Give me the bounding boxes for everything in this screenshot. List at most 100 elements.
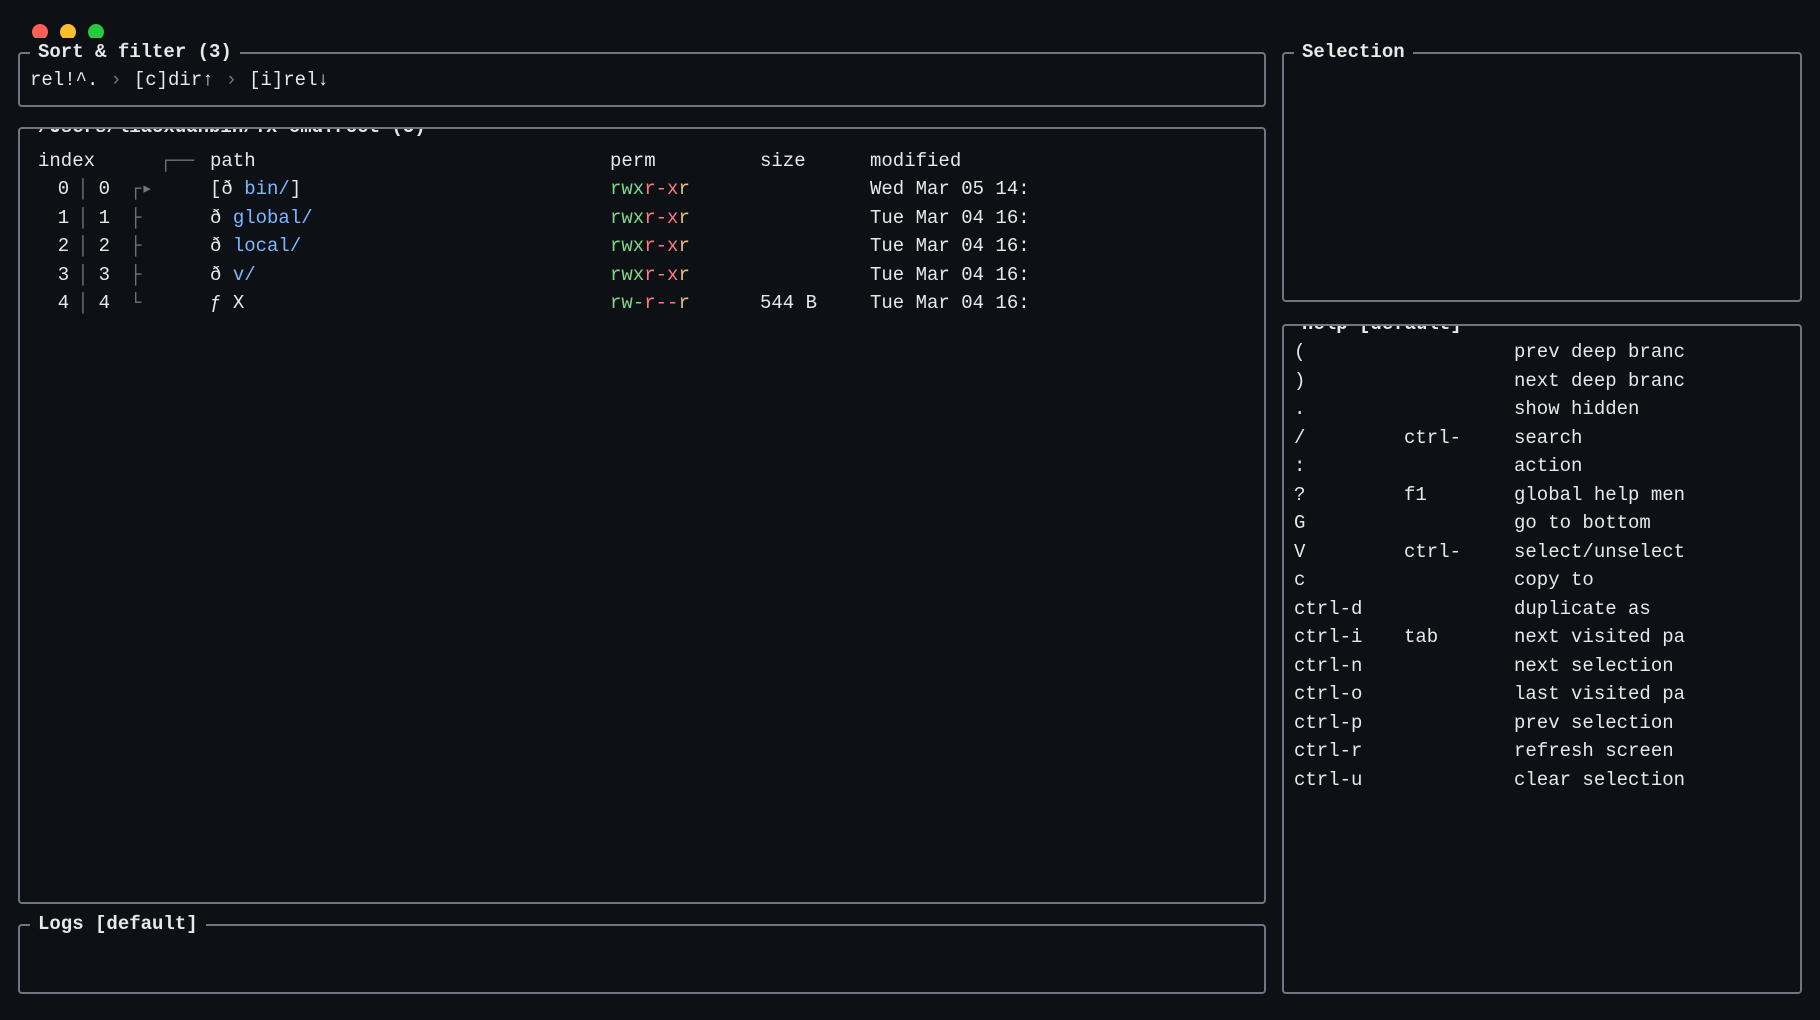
help-key-primary: ) [1294,367,1404,396]
row-index: 33 [30,261,130,290]
sort-filter-panel: Sort & filter (3) rel!^. › [c]dir↑ › [i]… [18,52,1266,107]
chevron-icon: › [226,66,237,95]
help-desc: refresh screen [1514,737,1790,766]
row-index: 00 [30,175,130,204]
help-key-primary: : [1294,452,1404,481]
tree-branch-icon: ├ [130,261,210,290]
help-key-primary: ( [1294,338,1404,367]
help-item: . show hidden [1294,395,1790,424]
help-key-secondary [1404,595,1514,624]
row-perm: rw-r--r [610,289,760,318]
help-key-secondary [1404,709,1514,738]
col-perm: perm [610,147,760,176]
row-size [760,175,870,204]
help-key-primary: c [1294,566,1404,595]
sort-token: rel!^. [30,66,98,95]
help-key-secondary [1404,680,1514,709]
help-key-secondary [1404,509,1514,538]
row-modified: Wed Mar 05 14: [870,175,1254,204]
help-key-secondary [1404,395,1514,424]
help-item: :action [1294,452,1790,481]
row-index: 22 [30,232,130,261]
selection-title: Selection [1294,38,1413,67]
help-desc: prev deep branc [1514,338,1790,367]
help-item: ) next deep branc [1294,367,1790,396]
help-item: /ctrl-search [1294,424,1790,453]
help-key-primary: G [1294,509,1404,538]
row-perm: rwxr-xr [610,261,760,290]
logs-panel: Logs [default] [18,924,1266,994]
row-index: 11 [30,204,130,233]
row-index: 44 [30,289,130,318]
row-modified: Tue Mar 04 16: [870,261,1254,290]
row-path: ð local/ [210,232,610,261]
chevron-icon: › [110,66,121,95]
help-item: ctrl-pprev selection [1294,709,1790,738]
help-desc: show hidden [1514,395,1790,424]
help-key-primary: ctrl-i [1294,623,1404,652]
file-rows: ┌── 00┌▸[ð bin/]rwxr-xrWed Mar 05 14:11├… [30,175,1254,318]
row-perm: rwxr-xr [610,204,760,233]
column-headers: index path perm size modified [30,147,1254,176]
row-size [760,204,870,233]
help-desc: next visited pa [1514,623,1790,652]
file-row[interactable]: 00┌▸[ð bin/]rwxr-xrWed Mar 05 14: [30,175,1254,204]
cwd-title: /Users/liaoxuanbin/.x-cmd.root (5) [30,127,434,142]
sort-token: [i]rel↓ [249,66,329,95]
row-size [760,261,870,290]
help-key-secondary: tab [1404,623,1514,652]
help-key-primary: . [1294,395,1404,424]
help-desc: global help men [1514,481,1790,510]
col-modified: modified [870,147,1254,176]
col-path: path [210,147,610,176]
file-row[interactable]: 11├ ð global/rwxr-xrTue Mar 04 16: [30,204,1254,233]
help-key-secondary: f1 [1404,481,1514,510]
selection-panel: Selection [1282,52,1802,302]
file-row[interactable]: 33├ ð v/rwxr-xrTue Mar 04 16: [30,261,1254,290]
help-item: ?f1global help men [1294,481,1790,510]
file-row[interactable]: 44└ ƒ Xrw-r--r544 BTue Mar 04 16: [30,289,1254,318]
help-item: Ggo to bottom [1294,509,1790,538]
tree-branch-icon: └ [130,289,210,318]
help-key-secondary [1404,766,1514,795]
row-size: 544 B [760,289,870,318]
sort-token: [c]dir↑ [134,66,214,95]
help-key-primary: V [1294,538,1404,567]
help-key-primary: ctrl-u [1294,766,1404,795]
help-item: Vctrl-select/unselect [1294,538,1790,567]
titlebar [0,0,1820,52]
help-desc: prev selection [1514,709,1790,738]
help-desc: select/unselect [1514,538,1790,567]
help-key-secondary [1404,338,1514,367]
help-key-primary: ctrl-n [1294,652,1404,681]
help-desc: go to bottom [1514,509,1790,538]
help-key-secondary [1404,652,1514,681]
help-items: ( prev deep branc) next deep branc. show hi… [1294,338,1790,794]
help-desc: search [1514,424,1790,453]
help-desc: last visited pa [1514,680,1790,709]
help-item: ccopy to [1294,566,1790,595]
help-key-primary: ctrl-r [1294,737,1404,766]
sort-filter-title: Sort & filter (3) [30,38,240,67]
col-index: index [30,147,130,176]
help-item: ctrl-n next selection [1294,652,1790,681]
help-desc: duplicate as [1514,595,1790,624]
help-desc: clear selection [1514,766,1790,795]
file-row[interactable]: 22├ ð local/rwxr-xrTue Mar 04 16: [30,232,1254,261]
help-item: ( prev deep branc [1294,338,1790,367]
tree-branch-icon: ├ [130,232,210,261]
help-desc: next deep branc [1514,367,1790,396]
help-key-primary: / [1294,424,1404,453]
logs-title: Logs [default] [30,910,206,939]
help-key-secondary [1404,566,1514,595]
help-panel: Help [default] (prev deep branc)next dee… [1282,324,1802,994]
row-path: ƒ X [210,289,610,318]
help-key-primary: ctrl-d [1294,595,1404,624]
help-desc: next selection [1514,652,1790,681]
sort-filter-line[interactable]: rel!^. › [c]dir↑ › [i]rel↓ [30,66,1254,95]
terminal-window: Sort & filter (3) rel!^. › [c]dir↑ › [i]… [0,0,1820,1020]
help-item: ctrl-r refresh screen [1294,737,1790,766]
col-size: size [760,147,870,176]
row-modified: Tue Mar 04 16: [870,204,1254,233]
help-key-secondary: ctrl- [1404,538,1514,567]
